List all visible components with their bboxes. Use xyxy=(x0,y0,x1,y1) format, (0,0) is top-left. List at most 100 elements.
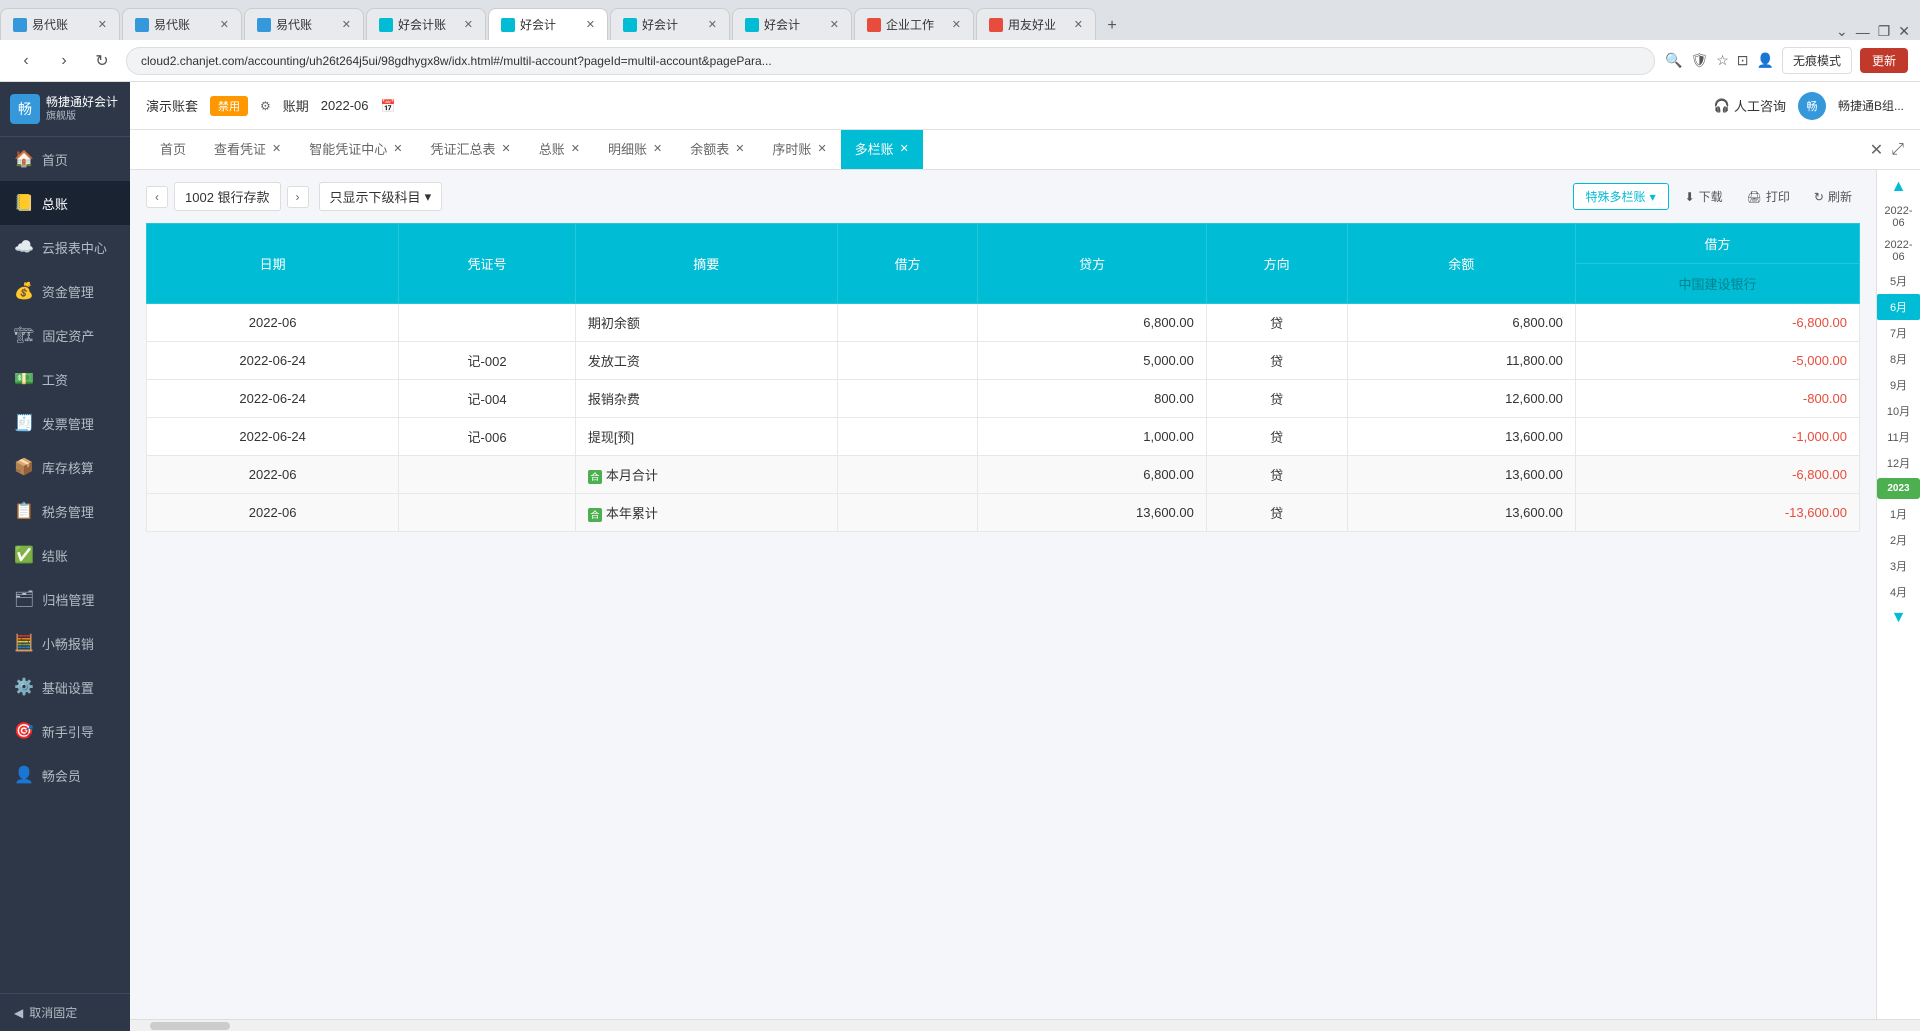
download-button[interactable]: ⬇ 下载 xyxy=(1677,184,1731,209)
calendar-icon[interactable]: 📅 xyxy=(381,99,396,113)
browser-tab-1[interactable]: 易代账 ✕ xyxy=(0,8,120,40)
sidebar-item-guide[interactable]: 🎯 新手引导 xyxy=(0,709,130,753)
sidebar-item-archive[interactable]: 🗂 归档管理 xyxy=(0,577,130,621)
voucher-link[interactable]: 记-002 xyxy=(468,354,507,369)
voucher-link[interactable]: 记-004 xyxy=(468,392,507,407)
date-item-5[interactable]: 5月 xyxy=(1877,268,1920,294)
cell-voucher[interactable]: 记-006 xyxy=(399,418,576,456)
tab-close-detail[interactable]: ✕ xyxy=(653,142,662,155)
tab-close-balance[interactable]: ✕ xyxy=(735,142,744,155)
maximize-icon[interactable]: ❐ xyxy=(1878,23,1891,40)
sidebar-item-member[interactable]: 👤 畅会员 xyxy=(0,753,130,797)
tab-close-general[interactable]: ✕ xyxy=(571,142,580,155)
sidebar-item-inventory[interactable]: 📦 库存核算 xyxy=(0,445,130,489)
cell-voucher[interactable]: 记-002 xyxy=(399,342,576,380)
sidebar-item-invoice[interactable]: 🧾 发票管理 xyxy=(0,401,130,445)
tab-list-icon[interactable]: ⌄ xyxy=(1836,23,1848,40)
date-item-2023-1[interactable]: 1月 xyxy=(1877,501,1920,527)
sidebar-item-home[interactable]: 🏠 首页 xyxy=(0,137,130,181)
consult-button[interactable]: 🎧 人工咨询 xyxy=(1714,96,1786,115)
status-tag[interactable]: 禁用 xyxy=(210,96,248,116)
forward-button[interactable]: › xyxy=(50,47,78,75)
user-icon[interactable]: 👤 xyxy=(1757,52,1774,69)
sidebar-item-fund[interactable]: 💰 资金管理 xyxy=(0,269,130,313)
browser-tab-2[interactable]: 易代账 ✕ xyxy=(122,8,242,40)
filter-dropdown[interactable]: 只显示下级科目 ▾ xyxy=(319,182,443,211)
date-scroll-down-button[interactable]: ▼ xyxy=(1887,605,1911,631)
unpin-button[interactable]: ◀ 取消固定 xyxy=(0,993,130,1031)
sidebar-item-closing[interactable]: ✅ 结账 xyxy=(0,533,130,577)
tab-close-summary[interactable]: ✕ xyxy=(502,142,511,155)
collapse-panel-button[interactable]: ✕ xyxy=(1870,140,1883,160)
account-next-button[interactable]: › xyxy=(287,186,309,208)
date-item-2023-4[interactable]: 4月 xyxy=(1877,579,1920,605)
window-close-icon[interactable]: ✕ xyxy=(1898,23,1910,40)
tab-close-1[interactable]: ✕ xyxy=(98,18,107,31)
tab-close-sequential[interactable]: ✕ xyxy=(817,142,826,155)
tab-close-smart[interactable]: ✕ xyxy=(393,142,402,155)
date-item-2023-3[interactable]: 3月 xyxy=(1877,553,1920,579)
date-item-7[interactable]: 7月 xyxy=(1877,320,1920,346)
tab-close-3[interactable]: ✕ xyxy=(342,18,351,31)
tab-detail-ledger[interactable]: 明细账 ✕ xyxy=(594,130,676,170)
date-item-6[interactable]: 6月 xyxy=(1877,294,1920,320)
tab-close-7[interactable]: ✕ xyxy=(830,18,839,31)
sidebar-item-tax[interactable]: 📋 税务管理 xyxy=(0,489,130,533)
tab-smart-voucher[interactable]: 智能凭证中心 ✕ xyxy=(295,130,416,170)
tab-close-9[interactable]: ✕ xyxy=(1074,18,1083,31)
back-button[interactable]: ‹ xyxy=(12,47,40,75)
tab-close-voucher-view[interactable]: ✕ xyxy=(272,142,281,155)
tab-close-4[interactable]: ✕ xyxy=(464,18,473,31)
tab-close-multi[interactable]: ✕ xyxy=(900,142,909,155)
sidebar-item-ledger[interactable]: 📒 总账 xyxy=(0,181,130,225)
shield-icon[interactable]: 🛡 xyxy=(1690,52,1708,69)
new-tab-button[interactable]: + xyxy=(1098,12,1126,40)
date-item-2022-06-1[interactable]: 2022-06 xyxy=(1877,200,1920,234)
date-item-11[interactable]: 11月 xyxy=(1877,424,1920,450)
browser-tab-7[interactable]: 好会计 ✕ xyxy=(732,8,852,40)
date-item-2022-06-2[interactable]: 2022-06 xyxy=(1877,234,1920,268)
sidebar-item-payroll[interactable]: 💵 工资 xyxy=(0,357,130,401)
sidebar-item-cloud-reports[interactable]: ☁️ 云报表中心 xyxy=(0,225,130,269)
print-button[interactable]: 🖨 打印 xyxy=(1739,184,1798,209)
date-item-10[interactable]: 10月 xyxy=(1877,398,1920,424)
minimize-icon[interactable]: — xyxy=(1856,24,1870,40)
sidebar-item-settings[interactable]: ⚙️ 基础设置 xyxy=(0,665,130,709)
horizontal-scrollbar[interactable] xyxy=(130,1019,1920,1031)
refresh-button[interactable]: ↻ 刷新 xyxy=(1806,184,1860,209)
screen-icon[interactable]: ⊡ xyxy=(1737,52,1749,69)
browser-tab-4[interactable]: 好会计账 ✕ xyxy=(366,8,486,40)
tab-close-2[interactable]: ✕ xyxy=(220,18,229,31)
reload-button[interactable]: ↻ xyxy=(88,47,116,75)
expand-panel-button[interactable]: ⤢ xyxy=(1891,141,1904,159)
cell-voucher[interactable]: 记-004 xyxy=(399,380,576,418)
tab-multi-column[interactable]: 多栏账 ✕ xyxy=(841,130,923,170)
account-code-display[interactable]: 1002 银行存款 xyxy=(174,182,281,211)
browser-tab-8[interactable]: 企业工作 ✕ xyxy=(854,8,974,40)
tab-close-5[interactable]: ✕ xyxy=(586,18,595,31)
tab-general-ledger[interactable]: 总账 ✕ xyxy=(525,130,594,170)
date-item-8[interactable]: 8月 xyxy=(1877,346,1920,372)
settings-gear-icon[interactable]: ⚙ xyxy=(260,99,271,113)
bookmark-icon[interactable]: ☆ xyxy=(1716,52,1729,69)
tab-voucher-summary[interactable]: 凭证汇总表 ✕ xyxy=(416,130,524,170)
account-prev-button[interactable]: ‹ xyxy=(146,186,168,208)
scroll-thumb[interactable] xyxy=(150,1022,230,1030)
tab-balance[interactable]: 余额表 ✕ xyxy=(676,130,758,170)
tab-close-8[interactable]: ✕ xyxy=(952,18,961,31)
date-item-9[interactable]: 9月 xyxy=(1877,372,1920,398)
url-input[interactable]: cloud2.chanjet.com/accounting/uh26t264j5… xyxy=(126,47,1655,75)
stealth-mode-button[interactable]: 无痕模式 xyxy=(1782,47,1852,74)
special-columns-button[interactable]: 特殊多栏账 ▾ xyxy=(1573,183,1669,210)
voucher-link[interactable]: 记-006 xyxy=(468,430,507,445)
sidebar-item-fixed-assets[interactable]: 🏗 固定资产 xyxy=(0,313,130,357)
tab-sequential[interactable]: 序时账 ✕ xyxy=(758,130,840,170)
search-icon[interactable]: 🔍 xyxy=(1665,52,1682,69)
browser-tab-6[interactable]: 好会计 ✕ xyxy=(610,8,730,40)
date-item-12[interactable]: 12月 xyxy=(1877,450,1920,476)
date-item-2023-2[interactable]: 2月 xyxy=(1877,527,1920,553)
update-button[interactable]: 更新 xyxy=(1860,48,1908,73)
browser-tab-9[interactable]: 用友好业 ✕ xyxy=(976,8,1096,40)
sidebar-item-expense[interactable]: 🧮 小畅报销 xyxy=(0,621,130,665)
tab-voucher-view[interactable]: 查看凭证 ✕ xyxy=(200,130,295,170)
